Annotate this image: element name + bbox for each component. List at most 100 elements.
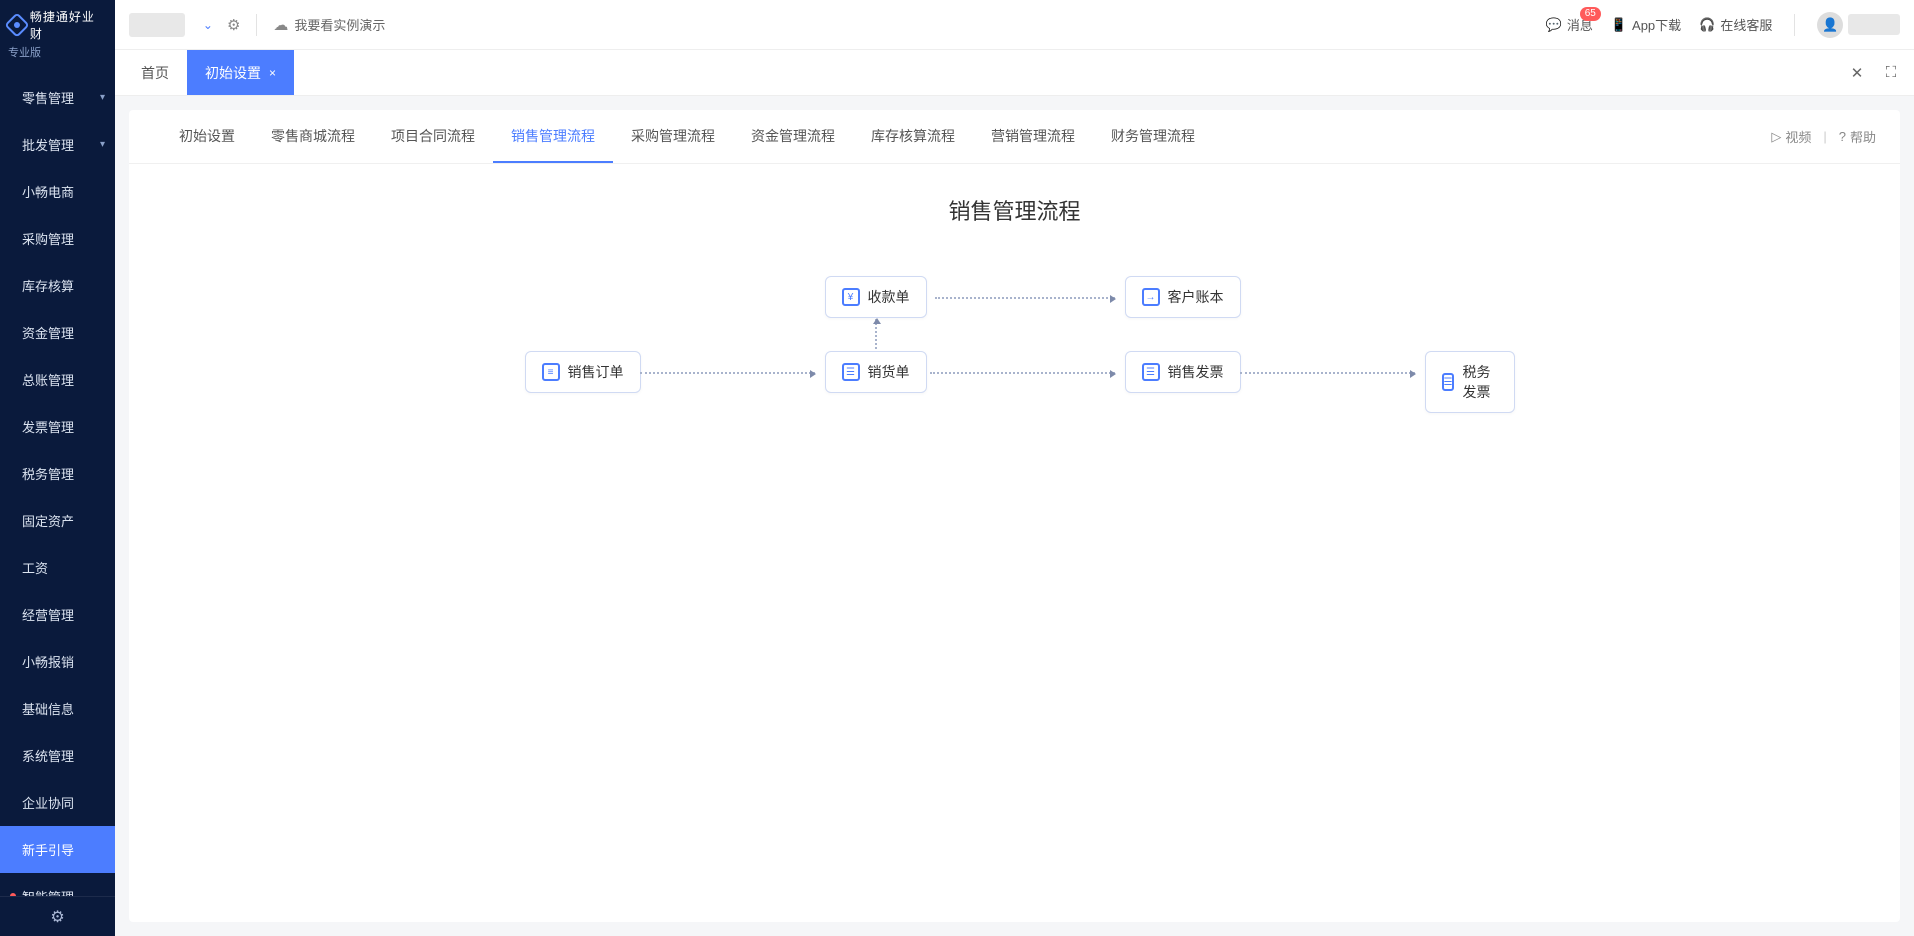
tab-label: 首页: [141, 63, 169, 83]
sidebar-item-label: 资金管理: [22, 323, 74, 342]
sidebar-item-11[interactable]: 经营管理: [0, 591, 115, 638]
logo-icon: [4, 12, 29, 37]
sidebar-item-label: 税务管理: [22, 464, 74, 483]
sidebar-item-6[interactable]: 总账管理: [0, 356, 115, 403]
sidebar-item-2[interactable]: 小畅电商: [0, 168, 115, 215]
sidebar-item-label: 新手引导: [22, 840, 74, 859]
content-card: 初始设置 零售商城流程 项目合同流程 销售管理流程采购管理流程资金管理流程 库存核算流程…: [129, 110, 1900, 922]
sidebar-item-10[interactable]: 工资: [0, 544, 115, 591]
help-icon: ?: [1839, 129, 1846, 144]
sidebar-item-3[interactable]: 采购管理: [0, 215, 115, 262]
sidebar-item-label: 基础信息: [22, 699, 74, 718]
sidebar-item-16[interactable]: 新手引导: [0, 826, 115, 873]
logo-subtitle: 专业版: [8, 44, 107, 60]
sidebar-item-12[interactable]: 小畅报销: [0, 638, 115, 685]
flow-node-sales-order[interactable]: ≡ 销售订单: [525, 351, 641, 393]
sidebar-item-0[interactable]: 零售管理▾: [0, 74, 115, 121]
user-menu[interactable]: 👤 .: [1817, 12, 1900, 38]
help-link[interactable]: ? 帮助: [1839, 127, 1876, 146]
sub-tab-8[interactable]: 财务管理流程: [1093, 110, 1213, 163]
divider: [1794, 14, 1795, 36]
sidebar-item-label: 企业协同: [22, 793, 74, 812]
flow-node-tax-invoice[interactable]: ☰ 税务发票: [1425, 351, 1515, 413]
delivery-icon: ☰: [842, 363, 860, 381]
connector-vertical: [875, 319, 877, 349]
sidebar-item-8[interactable]: 税务管理: [0, 450, 115, 497]
company-selector[interactable]: [129, 13, 185, 37]
node-label: 收款单: [868, 287, 910, 307]
fullscreen-button[interactable]: ⛶: [1878, 60, 1904, 86]
flow-diagram: ¥ 收款单 → 客户账本 ≡ 销售订单: [515, 276, 1515, 476]
flow-area: 销售管理流程 ¥ 收款单 → 客户账本: [129, 164, 1900, 556]
sidebar-item-label: 库存核算: [22, 276, 74, 295]
sidebar-item-5[interactable]: 资金管理: [0, 309, 115, 356]
flow-node-customer-ledger[interactable]: → 客户账本: [1125, 276, 1241, 318]
video-label: 视频: [1785, 127, 1811, 146]
node-label: 销售订单: [568, 362, 624, 382]
sidebar-bottom: ⚙: [0, 896, 115, 936]
top-settings-icon[interactable]: ⚙: [227, 16, 240, 34]
sidebar-item-label: 小畅电商: [22, 182, 74, 201]
avatar-icon: 👤: [1817, 12, 1843, 38]
demo-link-label: 我要看实例演示: [294, 15, 385, 34]
video-link[interactable]: ▷ 视频: [1771, 127, 1811, 146]
messages-button[interactable]: 💬 消息 65: [1546, 15, 1593, 34]
sidebar-item-15[interactable]: 企业协同: [0, 779, 115, 826]
sub-tab-1[interactable]: 零售商城流程: [253, 110, 373, 163]
sub-tab-2[interactable]: 项目合同流程: [373, 110, 493, 163]
close-tab-button[interactable]: ✕: [1844, 60, 1870, 86]
online-service-label: 在线客服: [1720, 15, 1772, 34]
settings-icon[interactable]: ⚙: [50, 907, 64, 927]
app-download-label: App下载: [1632, 15, 1681, 34]
sub-tab-5[interactable]: 资金管理流程: [733, 110, 853, 163]
ledger-icon: →: [1142, 288, 1160, 306]
sidebar-item-label: 工资: [22, 558, 48, 577]
content-wrap: 初始设置 零售商城流程 项目合同流程 销售管理流程采购管理流程资金管理流程 库存核算流程…: [115, 96, 1914, 936]
sub-tab-label: 零售商城流程: [271, 126, 355, 146]
sub-tab-label: 财务管理流程: [1111, 126, 1195, 146]
sidebar-item-7[interactable]: 发票管理: [0, 403, 115, 450]
sidebar-item-14[interactable]: 系统管理: [0, 732, 115, 779]
sidebar-item-9[interactable]: 固定资产: [0, 497, 115, 544]
sub-tab-4[interactable]: 采购管理流程: [613, 110, 733, 163]
logo-text: 畅捷通好业财: [30, 8, 107, 42]
tabs-bar: 首页 初始设置 × ✕ ⛶: [115, 50, 1914, 96]
flow-node-sales-delivery[interactable]: ☰ 销货单: [825, 351, 927, 393]
sub-tab-label: 资金管理流程: [751, 126, 835, 146]
tab-1[interactable]: 初始设置 ×: [187, 50, 294, 95]
close-icon[interactable]: ×: [269, 66, 276, 80]
sub-tab-3[interactable]: 销售管理流程: [493, 110, 613, 163]
message-icon: 💬: [1546, 17, 1562, 33]
sub-tab-label: 初始设置: [179, 126, 235, 146]
tab-label: 初始设置: [205, 63, 261, 83]
sub-tab-label: 库存核算流程: [871, 126, 955, 146]
topbar: ⌄ ⚙ ☁ 我要看实例演示 💬 消息 65 📱 App下载 🎧: [115, 0, 1914, 50]
company-dropdown-icon[interactable]: ⌄: [203, 18, 213, 32]
online-service-button[interactable]: 🎧 在线客服: [1699, 15, 1772, 34]
app-download-button[interactable]: 📱 App下载: [1611, 15, 1681, 34]
sub-tab-label: 销售管理流程: [511, 126, 595, 146]
receipt-icon: ¥: [842, 288, 860, 306]
sidebar-item-label: 系统管理: [22, 746, 74, 765]
demo-link[interactable]: ☁ 我要看实例演示: [273, 15, 385, 34]
sub-tab-0[interactable]: 初始设置: [161, 110, 253, 163]
flow-node-sales-invoice[interactable]: ☰ 销售发票: [1125, 351, 1241, 393]
sidebar-item-1[interactable]: 批发管理▾: [0, 121, 115, 168]
order-icon: ≡: [542, 363, 560, 381]
tab-0[interactable]: 首页: [123, 50, 187, 95]
sub-tab-6[interactable]: 库存核算流程: [853, 110, 973, 163]
divider: [256, 14, 257, 36]
sidebar-item-label: 零售管理: [22, 88, 74, 107]
main: ⌄ ⚙ ☁ 我要看实例演示 💬 消息 65 📱 App下载 🎧: [115, 0, 1914, 936]
tax-icon: ☰: [1442, 373, 1455, 391]
sub-tab-7[interactable]: 营销管理流程: [973, 110, 1093, 163]
sidebar-item-label: 采购管理: [22, 229, 74, 248]
sidebar-item-13[interactable]: 基础信息: [0, 685, 115, 732]
chevron-down-icon: ▾: [100, 139, 105, 150]
sidebar-item-17[interactable]: 智能管理: [0, 873, 115, 896]
phone-icon: 📱: [1611, 17, 1627, 33]
flow-node-receipt[interactable]: ¥ 收款单: [825, 276, 927, 318]
sidebar-item-4[interactable]: 库存核算: [0, 262, 115, 309]
connector: [930, 372, 1115, 374]
sub-tab-label: 项目合同流程: [391, 126, 475, 146]
